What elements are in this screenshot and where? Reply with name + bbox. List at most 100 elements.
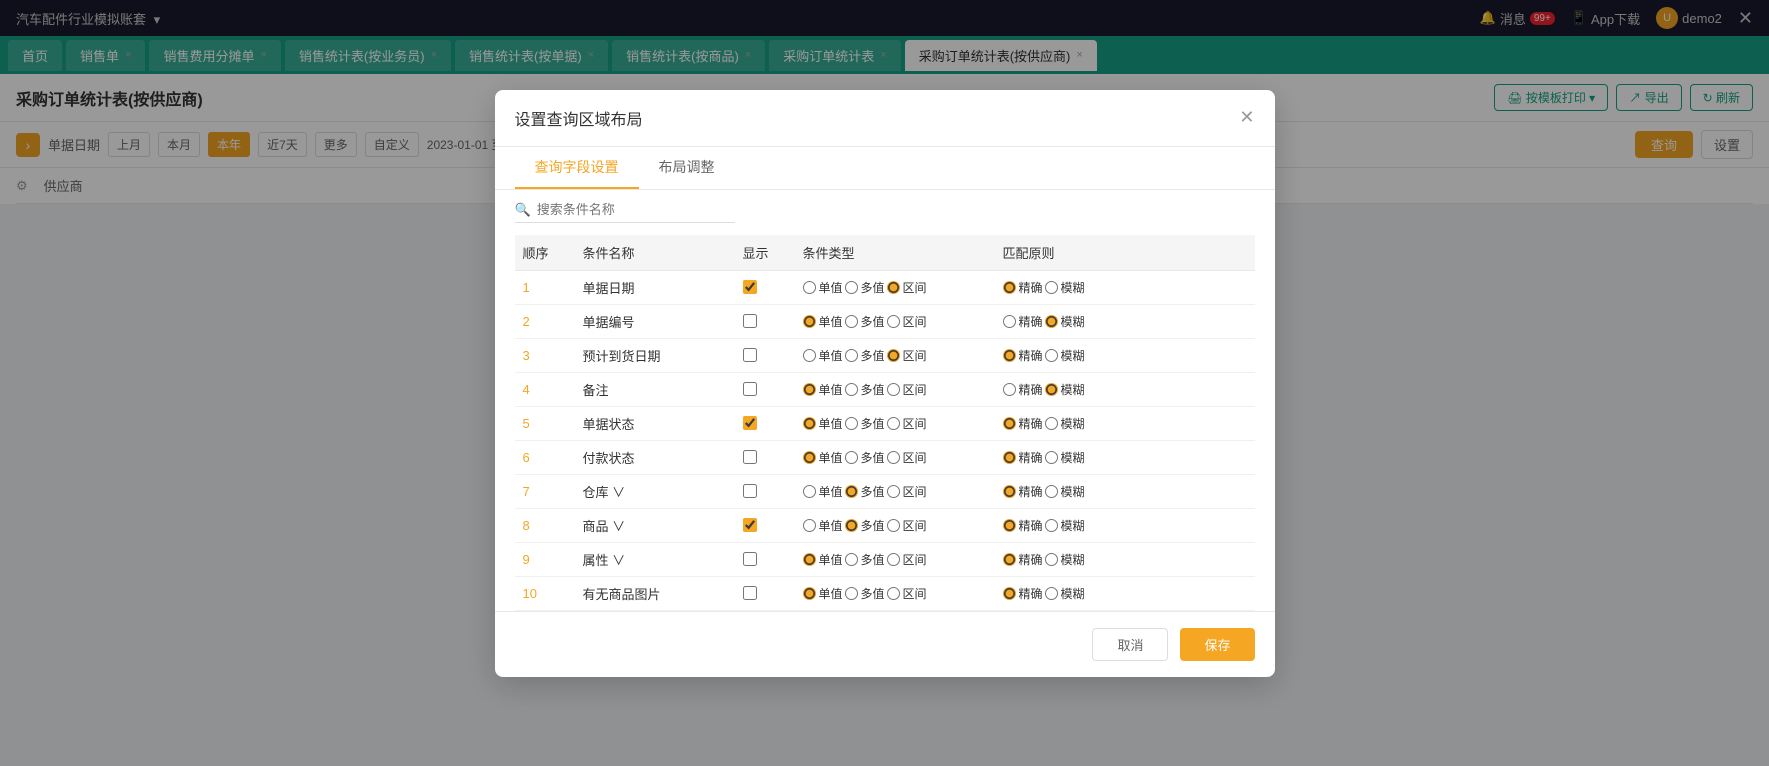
row-type5-range[interactable]	[887, 417, 900, 430]
row-match9-exact[interactable]	[1003, 553, 1016, 566]
search-input[interactable]	[537, 202, 717, 217]
row-match6-fuzzy[interactable]	[1045, 451, 1058, 464]
row-type8-multi[interactable]	[845, 519, 858, 532]
row-type3-single[interactable]	[803, 349, 816, 362]
row-match1-fuzzy[interactable]	[1045, 281, 1058, 294]
row-display-7[interactable]	[743, 484, 757, 498]
row-display-4[interactable]	[743, 382, 757, 396]
row-match-9: 精确 模糊	[995, 550, 1215, 569]
row-display-10[interactable]	[743, 586, 757, 600]
row-match7-exact[interactable]	[1003, 485, 1016, 498]
row-match6-exact[interactable]	[1003, 451, 1016, 464]
row-type-8: 单值 多值 区间	[795, 516, 995, 535]
row-type1-range[interactable]	[887, 281, 900, 294]
row-match10-fuzzy[interactable]	[1045, 587, 1058, 600]
row-type7-range[interactable]	[887, 485, 900, 498]
row-order-5: 5	[523, 416, 530, 431]
row-match-8: 精确 模糊	[995, 516, 1215, 535]
row-type5-single[interactable]	[803, 417, 816, 430]
row-type7-multi[interactable]	[845, 485, 858, 498]
row-type3-multi[interactable]	[845, 349, 858, 362]
row-type9-multi[interactable]	[845, 553, 858, 566]
row-type-5: 单值 多值 区间	[795, 414, 995, 433]
row-match-3: 精确 模糊	[995, 346, 1215, 365]
row-order-4: 4	[523, 382, 530, 397]
table-row: 3 预计到货日期 单值 多值 区间 精确 模糊	[515, 339, 1255, 373]
dialog-search-area: 🔍	[495, 190, 1275, 235]
row-order-3: 3	[523, 348, 530, 363]
dialog-footer: 取消 保存	[495, 611, 1275, 677]
row-match8-exact[interactable]	[1003, 519, 1016, 532]
row-display-2[interactable]	[743, 314, 757, 328]
row-type6-single[interactable]	[803, 451, 816, 464]
settings-dialog: 设置查询区域布局 ✕ 查询字段设置 布局调整 🔍 顺序 条件名称 显示	[495, 90, 1275, 677]
row-type-4: 单值 多值 区间	[795, 380, 995, 399]
row-type8-range[interactable]	[887, 519, 900, 532]
row-name-5: 单据状态	[575, 414, 735, 433]
row-type10-range[interactable]	[887, 587, 900, 600]
row-type2-single[interactable]	[803, 315, 816, 328]
row-type9-range[interactable]	[887, 553, 900, 566]
row-match3-exact[interactable]	[1003, 349, 1016, 362]
row-type10-single[interactable]	[803, 587, 816, 600]
row-order-9: 9	[523, 552, 530, 567]
row-match9-fuzzy[interactable]	[1045, 553, 1058, 566]
row-type-10: 单值 多值 区间	[795, 584, 995, 603]
table-row: 1 单据日期 单值 多值 区间 精确 模糊	[515, 271, 1255, 305]
row-type2-range[interactable]	[887, 315, 900, 328]
row-type4-single[interactable]	[803, 383, 816, 396]
dialog-tab-fields[interactable]: 查询字段设置	[515, 147, 639, 189]
row-match7-fuzzy[interactable]	[1045, 485, 1058, 498]
col-type: 条件类型	[795, 243, 995, 262]
row-name-8: 商品 ∨	[575, 516, 735, 535]
row-type6-multi[interactable]	[845, 451, 858, 464]
row-match5-fuzzy[interactable]	[1045, 417, 1058, 430]
row-match10-exact[interactable]	[1003, 587, 1016, 600]
row-match-10: 精确 模糊	[995, 584, 1215, 603]
row-type9-single[interactable]	[803, 553, 816, 566]
row-type3-range[interactable]	[887, 349, 900, 362]
row-match2-exact[interactable]	[1003, 315, 1016, 328]
row-type7-single[interactable]	[803, 485, 816, 498]
row-name-10: 有无商品图片	[575, 584, 735, 603]
row-type5-multi[interactable]	[845, 417, 858, 430]
row-display-5[interactable]	[743, 416, 757, 430]
search-box: 🔍	[515, 202, 735, 223]
row-type2-multi[interactable]	[845, 315, 858, 328]
row-match5-exact[interactable]	[1003, 417, 1016, 430]
row-match3-fuzzy[interactable]	[1045, 349, 1058, 362]
row-display-6[interactable]	[743, 450, 757, 464]
row-display-8[interactable]	[743, 518, 757, 532]
row-name-3: 预计到货日期	[575, 346, 735, 365]
row-type4-multi[interactable]	[845, 383, 858, 396]
row-type10-multi[interactable]	[845, 587, 858, 600]
row-type1-multi[interactable]	[845, 281, 858, 294]
row-display-1[interactable]	[743, 280, 757, 294]
row-match4-fuzzy[interactable]	[1045, 383, 1058, 396]
row-match8-fuzzy[interactable]	[1045, 519, 1058, 532]
row-type8-single[interactable]	[803, 519, 816, 532]
row-order-10: 10	[523, 586, 537, 601]
row-name-1: 单据日期	[575, 278, 735, 297]
row-order-2: 2	[523, 314, 530, 329]
dialog-close-btn[interactable]: ✕	[1239, 107, 1254, 128]
row-type1-single[interactable]	[803, 281, 816, 294]
row-display-3[interactable]	[743, 348, 757, 362]
row-type6-range[interactable]	[887, 451, 900, 464]
row-type4-range[interactable]	[887, 383, 900, 396]
save-btn[interactable]: 保存	[1180, 628, 1254, 661]
row-match4-exact[interactable]	[1003, 383, 1016, 396]
row-type-2: 单值 多值 区间	[795, 312, 995, 331]
row-match-1: 精确 模糊	[995, 278, 1215, 297]
row-match1-exact[interactable]	[1003, 281, 1016, 294]
row-display-9[interactable]	[743, 552, 757, 566]
row-match-5: 精确 模糊	[995, 414, 1215, 433]
dialog-tab-layout[interactable]: 布局调整	[639, 147, 735, 189]
cancel-btn[interactable]: 取消	[1092, 628, 1168, 661]
row-order-6: 6	[523, 450, 530, 465]
row-match-4: 精确 模糊	[995, 380, 1215, 399]
row-type-9: 单值 多值 区间	[795, 550, 995, 569]
row-type-6: 单值 多值 区间	[795, 448, 995, 467]
row-match2-fuzzy[interactable]	[1045, 315, 1058, 328]
table-row: 7 仓库 ∨ 单值 多值 区间 精确 模糊	[515, 475, 1255, 509]
